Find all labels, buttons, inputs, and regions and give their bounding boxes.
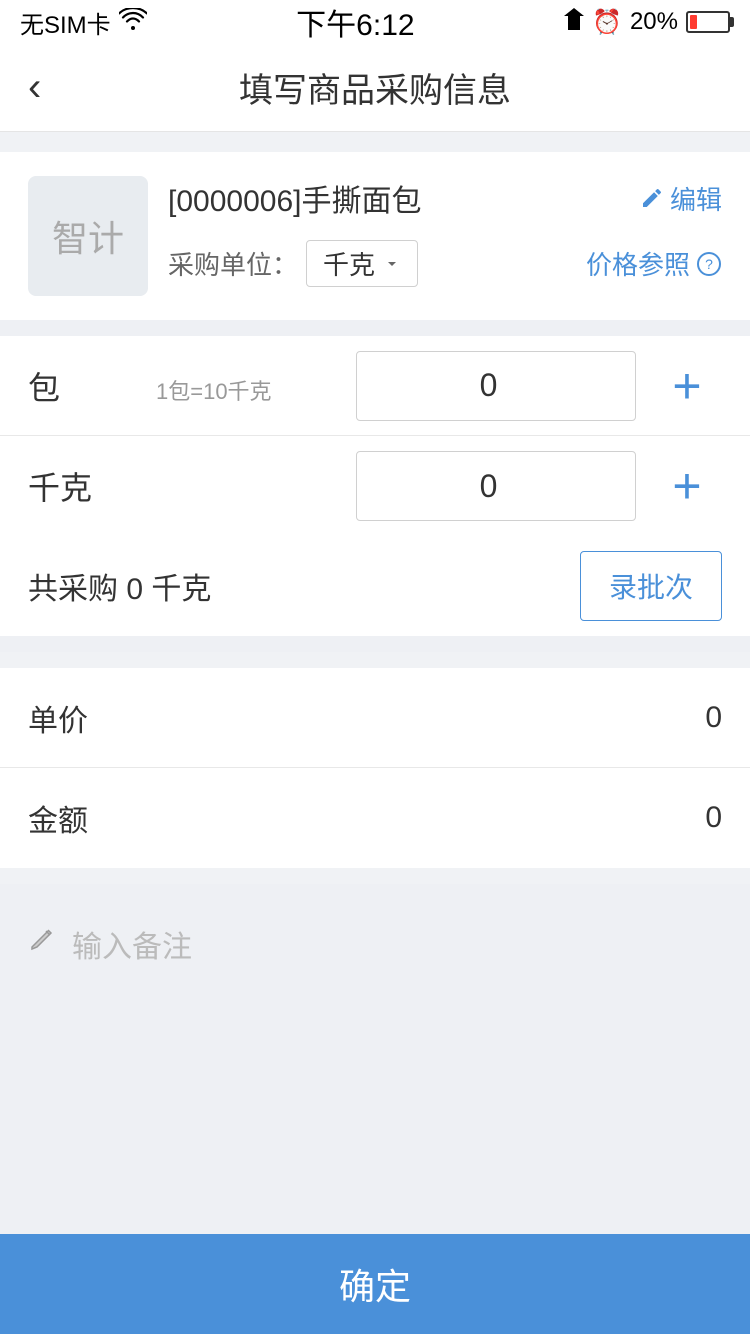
product-name-row: [0000006]手撕面包 编辑 [168, 176, 722, 220]
location-icon [564, 8, 584, 37]
price-ref-button[interactable]: 价格参照 ? [586, 245, 722, 282]
svg-text:?: ? [705, 256, 713, 272]
remark-section[interactable]: 输入备注 [0, 884, 750, 1004]
product-image: 智计 [28, 176, 148, 296]
kg-input-row: 千克 + [0, 436, 750, 536]
remark-placeholder: 输入备注 [72, 922, 192, 966]
amount-row: 金额 0 [0, 768, 750, 868]
battery-icon [686, 11, 730, 33]
bag-input-row: 包 1包=10千克 + [0, 336, 750, 436]
product-logo: 智计 [52, 210, 124, 262]
kg-plus-button[interactable]: + [652, 451, 722, 521]
product-name: [0000006]手撕面包 [168, 176, 421, 220]
wifi-icon [119, 8, 147, 37]
input-section: 包 1包=10千克 + 千克 + [0, 336, 750, 536]
kg-label: 千克 [28, 463, 148, 509]
battery-percent: 20% [630, 8, 678, 36]
product-info: [0000006]手撕面包 编辑 采购单位： 千克 价格参照 [168, 176, 722, 287]
kg-field-wrapper: + [148, 451, 722, 521]
unit-select[interactable]: 千克 [306, 240, 418, 287]
unit-label: 采购单位： [168, 245, 298, 282]
kg-input[interactable] [356, 451, 636, 521]
bag-sub-label: 1包=10千克 [156, 374, 272, 406]
status-time: 下午6:12 [296, 0, 414, 44]
product-card: 智计 [0000006]手撕面包 编辑 采购单位： 千克 [0, 152, 750, 320]
unit-price-label: 单价 [28, 696, 88, 740]
pencil-icon [28, 925, 58, 963]
unit-price-row: 单价 0 [0, 668, 750, 768]
summary-row: 共采购 0 千克 录批次 [0, 536, 750, 636]
amount-value: 0 [705, 801, 722, 835]
back-button[interactable]: ‹ [28, 65, 41, 110]
status-bar: 无SIM卡 下午6:12 ⏰ 20% [0, 0, 750, 44]
status-bar-left: 无SIM卡 [20, 5, 147, 40]
summary-text: 共采购 0 千克 [28, 564, 211, 608]
confirm-bar[interactable]: 确定 [0, 1234, 750, 1334]
page-title: 填写商品采购信息 [239, 63, 511, 112]
alarm-icon: ⏰ [592, 8, 622, 37]
edit-button[interactable]: 编辑 [640, 180, 722, 217]
section-divider-1 [0, 320, 750, 336]
bag-plus-button[interactable]: + [652, 351, 722, 421]
carrier-label: 无SIM卡 [20, 5, 111, 40]
amount-label: 金额 [28, 796, 88, 840]
unit-price-value: 0 [705, 701, 722, 735]
status-bar-right: ⏰ 20% [564, 8, 730, 37]
bag-field-wrapper: + [272, 351, 722, 421]
bag-input[interactable] [356, 351, 636, 421]
product-unit-row: 采购单位： 千克 价格参照 ? [168, 240, 722, 287]
section-divider-2 [0, 636, 750, 652]
nav-bar: ‹ 填写商品采购信息 [0, 44, 750, 132]
bag-label: 包 [28, 363, 148, 409]
bag-label-group: 包 1包=10千克 [28, 363, 272, 409]
kg-label-group: 千克 [28, 463, 148, 509]
batch-button[interactable]: 录批次 [580, 551, 722, 621]
confirm-button[interactable]: 确定 [339, 1258, 411, 1310]
price-section: 单价 0 金额 0 [0, 668, 750, 868]
